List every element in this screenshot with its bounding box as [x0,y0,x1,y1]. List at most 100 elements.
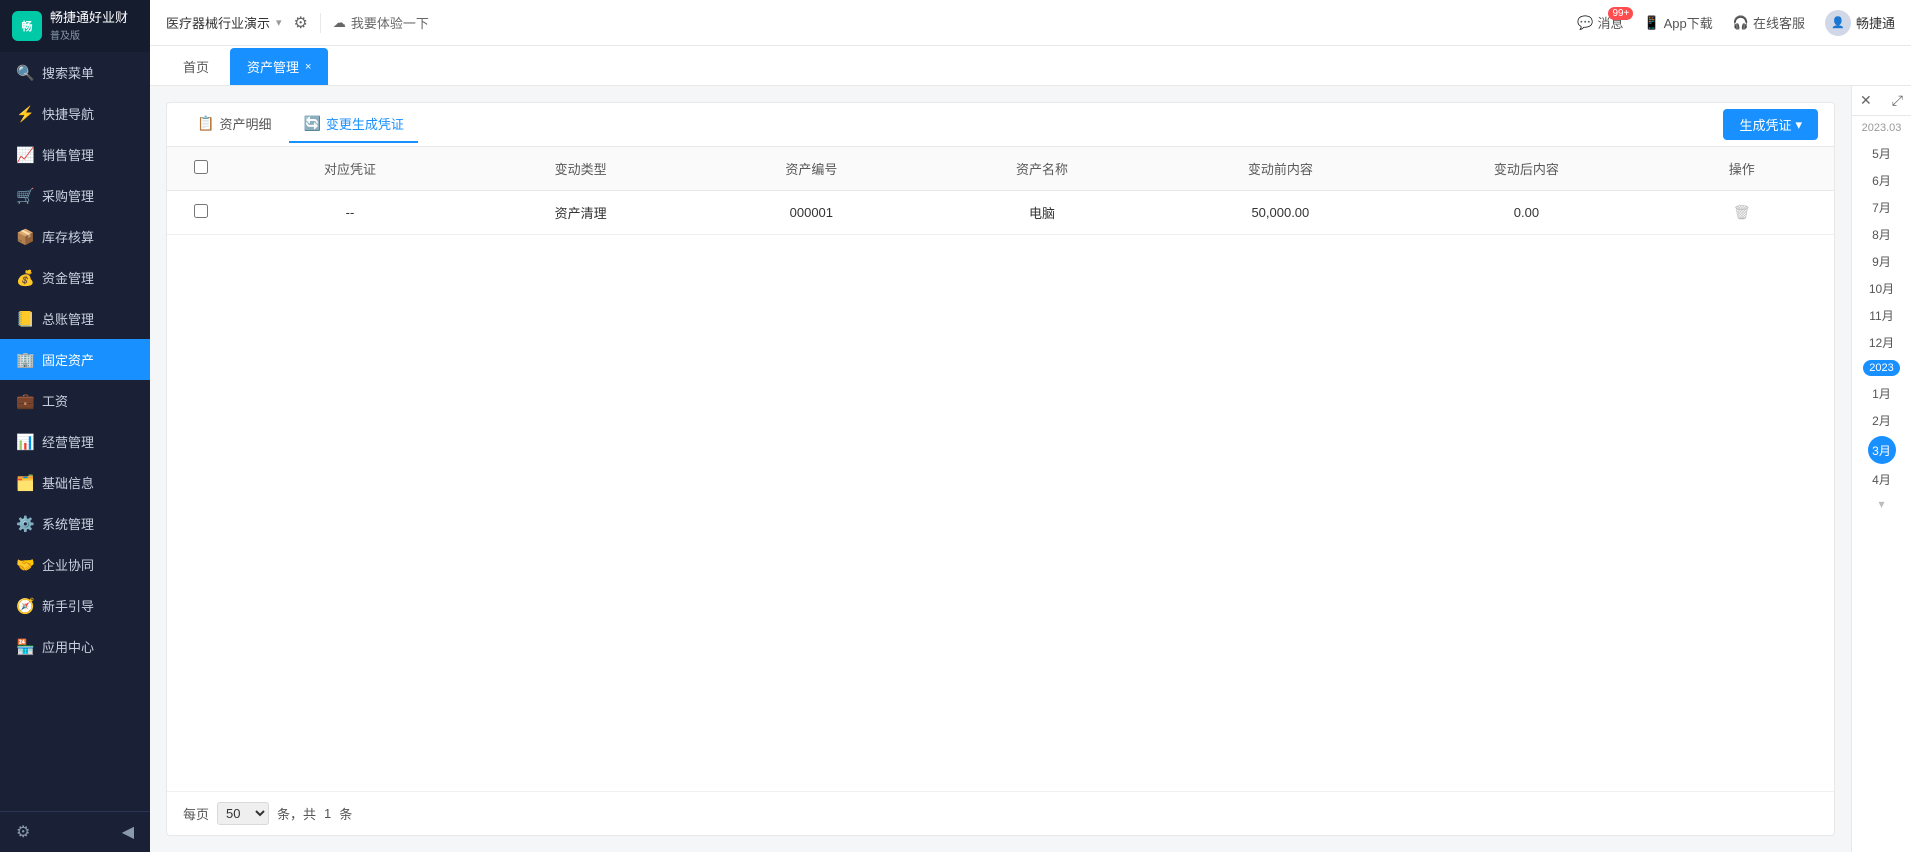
app-download-button[interactable]: 📱 App下载 [1643,13,1712,32]
tab-home[interactable]: 首页 [166,48,226,85]
rp-close-icon[interactable]: ✕ [1860,92,1872,109]
rp-month-5月[interactable]: 5月 [1869,140,1894,167]
user-avatar: 👤 [1825,10,1851,36]
experience-button[interactable]: ☁ 我要体验一下 [333,13,429,32]
change-voucher-icon: 🔄 [303,115,320,132]
rp-month-4月[interactable]: 4月 [1868,466,1896,493]
messages-badge: 99+ [1608,7,1633,20]
col-header-type: 变动类型 [465,147,696,191]
user-menu[interactable]: 👤 畅捷通 [1825,10,1895,36]
col-header-op: 操作 [1649,147,1834,191]
sidebar-label-quicknav: 快捷导航 [42,104,94,123]
topbar-right: 💬 消息 99+ 📱 App下载 🎧 在线客服 👤 畅捷通 [1577,10,1895,36]
rp-month-1月[interactable]: 1月 [1868,380,1896,407]
sidebar-label-fixed: 固定资产 [42,350,94,369]
divider [320,13,321,33]
sidebar-bottom: ⚙ ◀ [0,811,150,852]
sidebar: 畅 畅捷通好业财 普及版 🔍 搜索菜单 ⚡ 快捷导航 📈 销售管理 🛒 采购管理… [0,0,150,852]
rp-month-8月[interactable]: 8月 [1869,221,1894,248]
sidebar-label-salary: 工资 [42,391,68,410]
sidebar-item-salary[interactable]: 💼 工资 [0,380,150,421]
sidebar-item-appstore[interactable]: 🏪 应用中心 [0,626,150,667]
rp-month-6月[interactable]: 6月 [1869,167,1894,194]
rp-month-12月[interactable]: 12月 [1869,329,1894,356]
main-card: 📋 资产明细 🔄 变更生成凭证 生成凭证 ▾ [166,102,1835,836]
tab-asset-management[interactable]: 资产管理 × [230,48,328,85]
sidebar-icon-salary: 💼 [16,392,34,410]
sidebar-label-search: 搜索菜单 [42,63,94,82]
cloud-icon: ☁ [333,15,346,31]
rp-expand-icon[interactable]: ⤢ [1892,92,1903,109]
row-after: 0.00 [1403,191,1649,235]
sidebar-icon-inventory: 📦 [16,228,34,246]
rp-year-display: 2023.03 [1858,116,1906,140]
sidebar-icon-basic: 🗂️ [16,474,34,492]
online-service-button[interactable]: 🎧 在线客服 [1733,13,1805,32]
rp-scroll-down[interactable]: ▾ [1852,493,1911,515]
rp-month-2月[interactable]: 2月 [1868,407,1896,434]
topbar: 医疗器械行业演示 ▾ ⚙ ☁ 我要体验一下 💬 消息 99+ 📱 App下载 🎧… [150,0,1911,46]
rp-header: ✕ ⤢ [1852,86,1911,116]
select-all-checkbox[interactable] [194,160,208,174]
sidebar-item-guide[interactable]: 🧭 新手引导 [0,585,150,626]
sidebar-icon-ledger: 📒 [16,310,34,328]
row-name: 电脑 [927,191,1158,235]
sidebar-icon-fixed: 🏢 [16,351,34,369]
sidebar-label-sales: 销售管理 [42,145,94,164]
settings-icon[interactable]: ⚙ [16,822,30,842]
sidebar-icon-biz: 📊 [16,433,34,451]
messages-button[interactable]: 💬 消息 99+ [1577,13,1623,32]
row-checkbox-cell [167,191,235,235]
sidebar-item-inventory[interactable]: 📦 库存核算 [0,216,150,257]
tab-asset-detail[interactable]: 📋 资产明细 [183,106,285,143]
sidebar-item-system[interactable]: ⚙️ 系统管理 [0,503,150,544]
sidebar-icon-system: ⚙️ [16,515,34,533]
sidebar-icon-collab: 🤝 [16,556,34,574]
sidebar-item-search[interactable]: 🔍 搜索菜单 [0,52,150,93]
tab-change-voucher[interactable]: 🔄 变更生成凭证 [289,106,417,143]
sidebar-label-appstore: 应用中心 [42,637,94,656]
sidebar-item-ledger[interactable]: 📒 总账管理 [0,298,150,339]
row-checkbox[interactable] [194,204,208,218]
rp-month-3月[interactable]: 3月 [1868,436,1896,464]
sidebar-nav: 🔍 搜索菜单 ⚡ 快捷导航 📈 销售管理 🛒 采购管理 📦 库存核算 💰 资金管… [0,52,150,811]
row-code: 000001 [696,191,927,235]
sidebar-label-purchase: 采购管理 [42,186,94,205]
table-body: -- 资产清理 000001 电脑 50,000.00 0.00 🗑 [167,191,1834,235]
rp-month-7月[interactable]: 7月 [1869,194,1894,221]
sidebar-icon-sales: 📈 [16,146,34,164]
sidebar-item-quicknav[interactable]: ⚡ 快捷导航 [0,93,150,134]
sidebar-icon-guide: 🧭 [16,597,34,615]
col-header-checkbox [167,147,235,191]
sidebar-item-sales[interactable]: 📈 销售管理 [0,134,150,175]
generate-voucher-button[interactable]: 生成凭证 ▾ [1723,109,1818,140]
rp-month-11月[interactable]: 11月 [1869,302,1894,329]
rp-month-9月[interactable]: 9月 [1869,248,1894,275]
row-op: 🗑 [1649,191,1834,235]
table-row: -- 资产清理 000001 电脑 50,000.00 0.00 🗑 [167,191,1834,235]
right-panel: ✕ ⤢ 2023.03 5月6月7月8月9月10月11月12月 2023 1月2… [1851,86,1911,852]
sidebar-label-inventory: 库存核算 [42,227,94,246]
rp-year-badge: 2023 [1863,360,1899,376]
unit-label: 条，共 [277,804,316,823]
collapse-icon[interactable]: ◀ [122,822,134,842]
sidebar-item-purchase[interactable]: 🛒 采购管理 [0,175,150,216]
sidebar-item-basic[interactable]: 🗂️ 基础信息 [0,462,150,503]
sidebar-label-basic: 基础信息 [42,473,94,492]
per-page-select[interactable]: 50 10 20 100 [217,802,269,825]
tab-close-icon[interactable]: × [305,61,311,73]
logo-text: 畅捷通好业财 普及版 [50,10,128,42]
row-type: 资产清理 [465,191,696,235]
company-selector[interactable]: 医疗器械行业演示 ▾ [166,13,282,32]
sidebar-item-biz[interactable]: 📊 经营管理 [0,421,150,462]
row-voucher: -- [235,191,466,235]
rp-month-10月[interactable]: 10月 [1869,275,1894,302]
sidebar-label-biz: 经营管理 [42,432,94,451]
sidebar-item-funds[interactable]: 💰 资金管理 [0,257,150,298]
sidebar-item-collab[interactable]: 🤝 企业协同 [0,544,150,585]
delete-row-icon[interactable]: 🗑 [1733,204,1751,220]
dropdown-arrow-icon: ▾ [1795,117,1802,133]
sidebar-item-fixed[interactable]: 🏢 固定资产 [0,339,150,380]
sidebar-icon-quicknav: ⚡ [16,105,34,123]
topbar-settings-icon[interactable]: ⚙ [294,13,308,33]
